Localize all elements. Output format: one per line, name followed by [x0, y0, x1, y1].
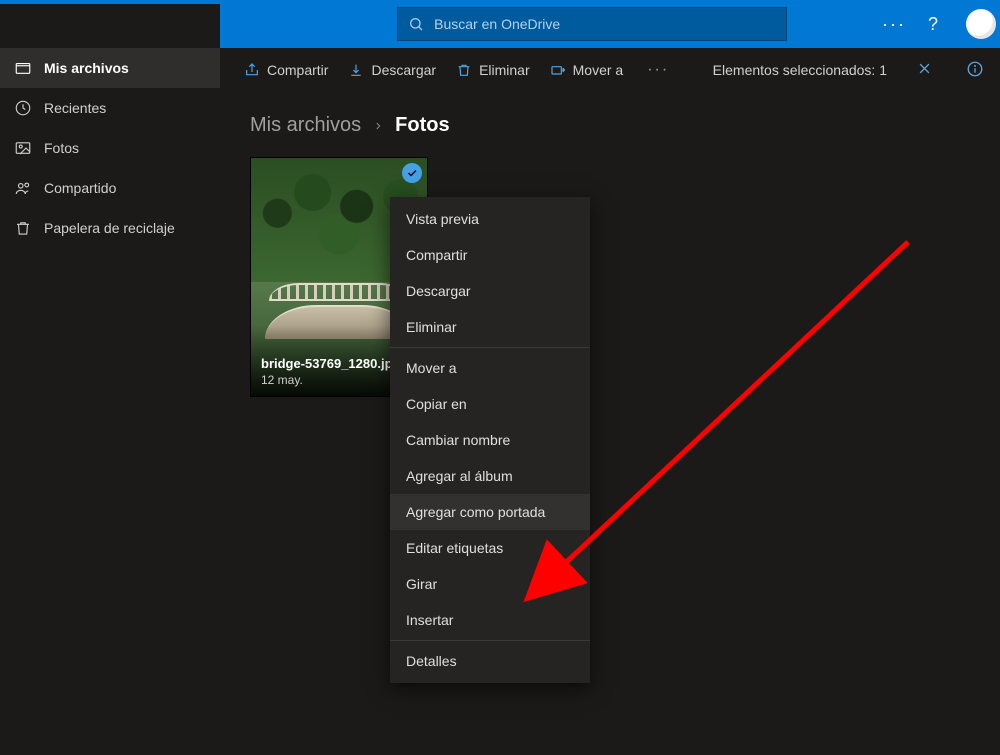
cmd-label: Descargar [371, 62, 436, 78]
selection-check-icon[interactable] [402, 163, 422, 183]
ctx-rename[interactable]: Cambiar nombre [390, 422, 590, 458]
ctx-embed[interactable]: Insertar [390, 602, 590, 638]
move-icon [550, 62, 566, 78]
cmd-label: Mover a [573, 62, 624, 78]
search-icon [408, 16, 424, 32]
people-icon [14, 179, 32, 197]
cmd-download[interactable]: Descargar [348, 62, 436, 78]
avatar[interactable] [966, 9, 996, 39]
settings-menu-icon[interactable]: ··· [882, 14, 906, 35]
ctx-delete[interactable]: Eliminar [390, 309, 590, 345]
sidebar-item-recycle-bin[interactable]: Papelera de reciclaje [0, 208, 220, 248]
ctx-edit-tags[interactable]: Editar etiquetas [390, 530, 590, 566]
ctx-share[interactable]: Compartir [390, 237, 590, 273]
cmd-share[interactable]: Compartir [244, 62, 328, 78]
command-bar: Compartir Descargar Eliminar Mover a ···… [220, 48, 1000, 92]
clear-selection-button[interactable] [917, 61, 932, 79]
ctx-set-cover[interactable]: Agregar como portada [390, 494, 590, 530]
ctx-move[interactable]: Mover a [390, 350, 590, 386]
close-icon [917, 61, 932, 76]
sidebar-item-shared[interactable]: Compartido [0, 168, 220, 208]
ctx-separator [390, 347, 590, 348]
ctx-preview[interactable]: Vista previa [390, 201, 590, 237]
cmd-label: Eliminar [479, 62, 530, 78]
breadcrumb-root[interactable]: Mis archivos [250, 114, 361, 137]
ctx-rotate[interactable]: Girar [390, 566, 590, 602]
folder-icon [14, 59, 32, 77]
sidebar-item-photos[interactable]: Fotos [0, 128, 220, 168]
sidebar-item-label: Fotos [44, 140, 79, 156]
cmd-delete[interactable]: Eliminar [456, 62, 530, 78]
sidebar-item-label: Mis archivos [44, 60, 129, 76]
ctx-download[interactable]: Descargar [390, 273, 590, 309]
sidebar-item-label: Recientes [44, 100, 106, 116]
ctx-separator [390, 640, 590, 641]
breadcrumb-leaf: Fotos [395, 114, 449, 137]
sidebar: Mis archivos Recientes Fotos Compartido … [0, 4, 220, 755]
chevron-right-icon [373, 118, 383, 134]
sidebar-item-my-files[interactable]: Mis archivos [0, 48, 220, 88]
sidebar-item-label: Compartido [44, 180, 116, 196]
main-content: Mis archivos Fotos bridge-53769_1280.jpg… [220, 92, 1000, 755]
cmd-label: Compartir [267, 62, 328, 78]
ctx-details[interactable]: Detalles [390, 643, 590, 679]
share-icon [244, 62, 260, 78]
sidebar-item-label: Papelera de reciclaje [44, 220, 175, 236]
sidebar-item-recent[interactable]: Recientes [0, 88, 220, 128]
search-input[interactable]: Buscar en OneDrive [397, 7, 787, 41]
info-icon [966, 60, 984, 78]
cmd-move[interactable]: Mover a [550, 62, 624, 78]
photo-icon [14, 139, 32, 157]
download-icon [348, 62, 364, 78]
trash-icon [14, 219, 32, 237]
help-icon[interactable]: ? [928, 14, 938, 35]
delete-icon [456, 62, 472, 78]
info-button[interactable] [966, 60, 984, 81]
ctx-copy[interactable]: Copiar en [390, 386, 590, 422]
selection-count: Elementos seleccionados: 1 [713, 62, 887, 78]
ctx-add-album[interactable]: Agregar al álbum [390, 458, 590, 494]
search-placeholder: Buscar en OneDrive [434, 16, 560, 32]
clock-icon [14, 99, 32, 117]
context-menu: Vista previa Compartir Descargar Elimina… [390, 197, 590, 683]
cmd-more-icon[interactable]: ··· [647, 61, 669, 79]
breadcrumb: Mis archivos Fotos [250, 114, 970, 137]
